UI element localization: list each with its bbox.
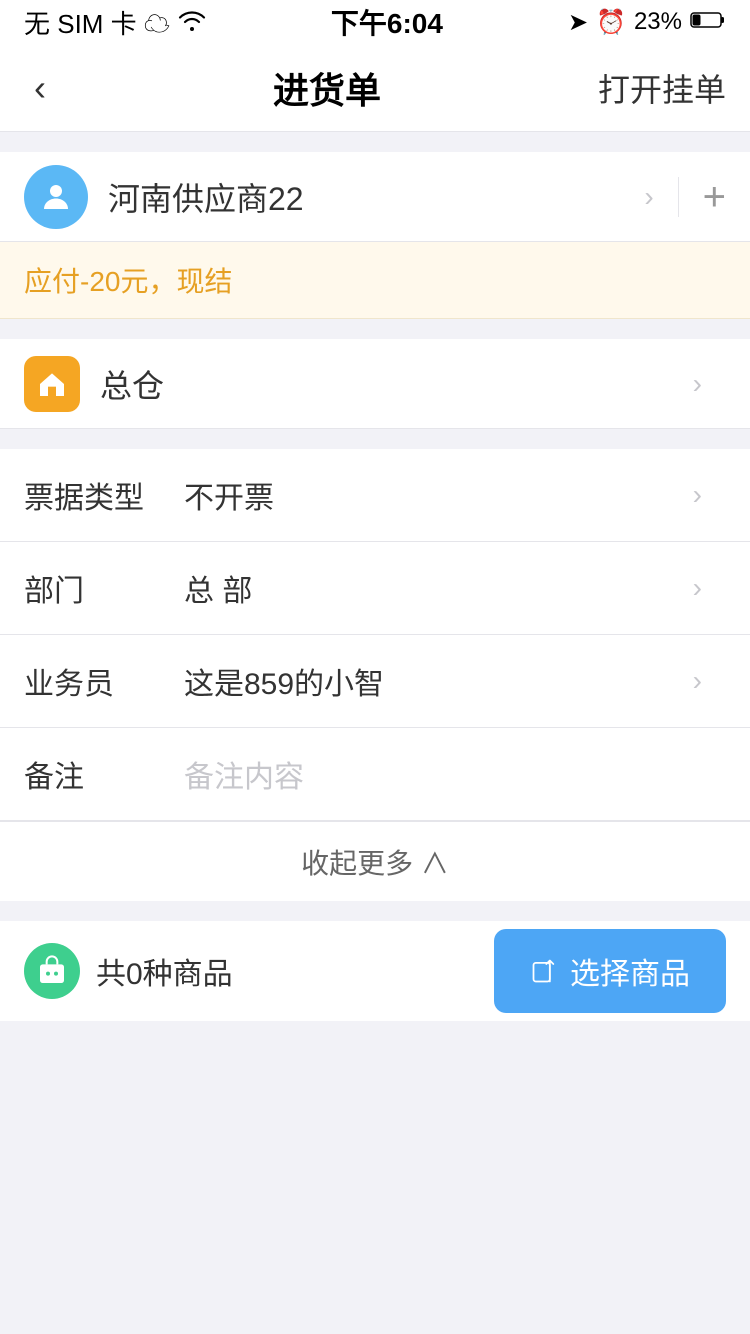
supplier-row[interactable]: 河南供应商22 › +	[0, 152, 750, 242]
add-supplier-button[interactable]: +	[678, 177, 726, 217]
page-title: 进货单	[273, 62, 381, 114]
wifi-icon	[178, 7, 206, 38]
select-products-button[interactable]: 选择商品	[494, 929, 726, 1013]
invoice-type-value: 不开票	[184, 449, 693, 541]
products-icon	[24, 943, 80, 999]
status-left: 无 SIM 卡 ☁	[24, 4, 206, 41]
battery-label: 23%	[634, 8, 682, 36]
salesperson-label: 业务员	[24, 659, 184, 703]
notice-banner: 应付-20元，现结	[0, 242, 750, 319]
supplier-name: 河南供应商22	[108, 174, 644, 220]
products-count-label: 共0种商品	[96, 949, 233, 993]
supplier-section: 河南供应商22 › + 应付-20元，现结	[0, 152, 750, 319]
supplier-chevron-icon: ›	[644, 181, 653, 213]
sim-label: 无 SIM 卡 ☁	[24, 4, 170, 41]
open-pending-button[interactable]: 打开挂单	[598, 65, 726, 111]
bottom-bar: 共0种商品 选择商品	[0, 921, 750, 1021]
nav-bar: ‹ 进货单 打开挂单	[0, 44, 750, 132]
status-time: 下午6:04	[331, 2, 443, 42]
section-gap-3	[0, 429, 750, 449]
status-bar: 无 SIM 卡 ☁ 下午6:04 ➤ ⏰ 23%	[0, 0, 750, 44]
location-icon: ➤	[568, 8, 588, 37]
invoice-type-row[interactable]: 票据类型 不开票 ›	[0, 449, 750, 542]
section-gap-1	[0, 132, 750, 152]
supplier-avatar	[24, 165, 88, 229]
section-gap-2	[0, 319, 750, 339]
invoice-type-chevron-icon: ›	[693, 479, 702, 511]
department-chevron-icon: ›	[693, 572, 702, 604]
select-products-label: 选择商品	[570, 949, 690, 993]
warehouse-row[interactable]: 总仓 ›	[0, 339, 750, 429]
back-button[interactable]: ‹	[24, 57, 56, 119]
form-section: 票据类型 不开票 › 部门 总 部 › 业务员 这是859的小智 › 备注 备注…	[0, 449, 750, 901]
alarm-icon: ⏰	[596, 8, 626, 37]
department-row[interactable]: 部门 总 部 ›	[0, 542, 750, 635]
department-label: 部门	[24, 566, 184, 610]
warehouse-label: 总仓	[100, 361, 693, 407]
battery-icon	[690, 8, 726, 36]
status-right: ➤ ⏰ 23%	[568, 8, 726, 37]
warehouse-chevron-icon: ›	[693, 368, 702, 400]
warehouse-section: 总仓 ›	[0, 339, 750, 429]
department-value: 总 部	[184, 542, 693, 634]
collapse-toggle-button[interactable]: 收起更多 ∧	[0, 821, 750, 901]
remark-row[interactable]: 备注 备注内容	[0, 728, 750, 821]
salesperson-row[interactable]: 业务员 这是859的小智 ›	[0, 635, 750, 728]
invoice-type-label: 票据类型	[24, 473, 184, 517]
products-info: 共0种商品	[24, 943, 233, 999]
warehouse-icon	[24, 356, 80, 412]
remark-label: 备注	[24, 752, 184, 796]
salesperson-value: 这是859的小智	[184, 635, 693, 727]
salesperson-chevron-icon: ›	[693, 665, 702, 697]
remark-input[interactable]: 备注内容	[184, 728, 726, 820]
